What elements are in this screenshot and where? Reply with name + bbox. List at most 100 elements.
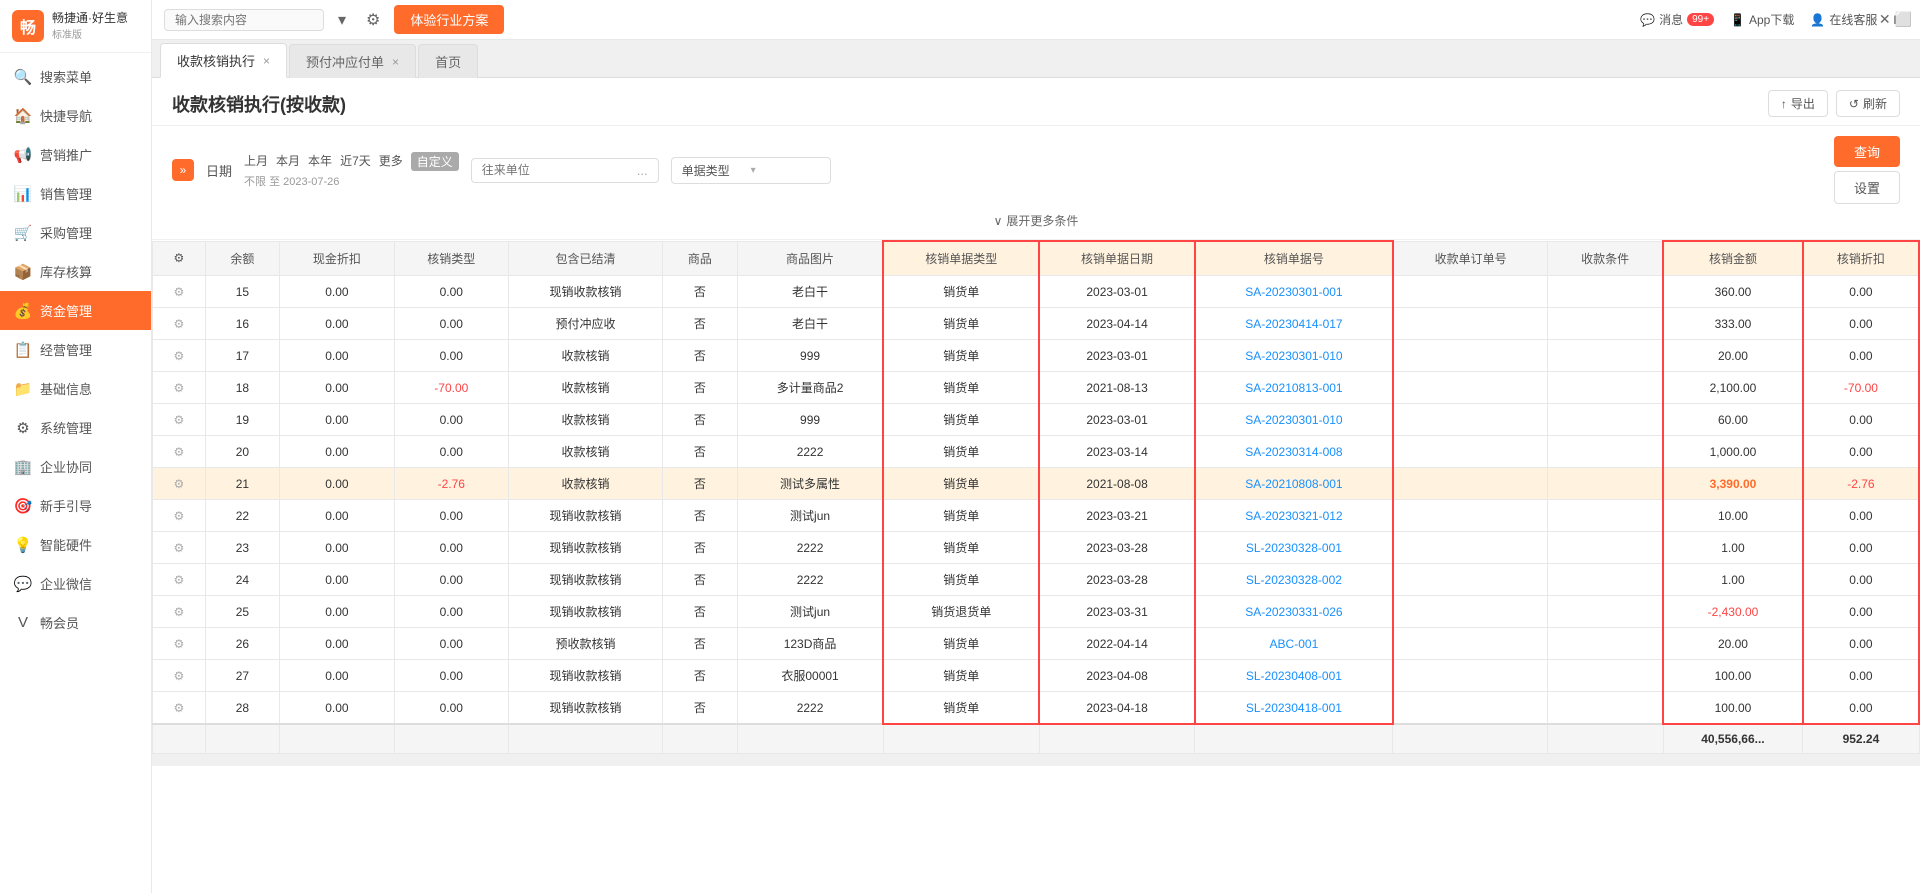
- tab-receipt[interactable]: 收款核销执行×: [160, 43, 287, 78]
- sidebar-item-shortcuts[interactable]: 🏠快捷导航: [0, 96, 151, 135]
- row-settings-icon[interactable]: ⚙: [173, 349, 184, 363]
- doc-no-link-6[interactable]: SA-20210808-001: [1245, 477, 1342, 491]
- date-label: 日期: [206, 161, 232, 180]
- sidebar-item-basic[interactable]: 📁基础信息: [0, 369, 151, 408]
- dropdown-btn[interactable]: ▾: [332, 8, 352, 32]
- refresh-btn[interactable]: ↺ 刷新: [1836, 90, 1900, 117]
- row-settings-icon[interactable]: ⚙: [173, 669, 184, 683]
- row-settings-icon[interactable]: ⚙: [173, 573, 184, 587]
- sidebar-item-wechat[interactable]: 💬企业微信: [0, 564, 151, 603]
- date-link-7days[interactable]: 近7天: [340, 152, 371, 171]
- tab-close-prepay[interactable]: ×: [392, 55, 399, 69]
- search-input[interactable]: [164, 9, 324, 31]
- export-btn[interactable]: ↑ 导出: [1768, 90, 1828, 117]
- expand-more-btn[interactable]: ∨ 展开更多条件: [994, 212, 1079, 229]
- col-header-receipt_condition: 核销金额: [1663, 241, 1803, 276]
- row-settings-icon[interactable]: ⚙: [173, 317, 184, 331]
- doc-no-link-1[interactable]: SA-20230414-017: [1245, 317, 1342, 331]
- cell-goods-9: 2222: [737, 564, 883, 596]
- cell-seq-4: 19: [205, 404, 280, 436]
- doc-no-link-7[interactable]: SA-20230321-012: [1245, 509, 1342, 523]
- doc-no-link-9[interactable]: SL-20230328-002: [1246, 573, 1342, 587]
- cell-settings-12: ⚙: [153, 660, 206, 692]
- row-settings-icon[interactable]: ⚙: [173, 541, 184, 555]
- sidebar-item-operations[interactable]: 📋经营管理: [0, 330, 151, 369]
- receipt-type-select[interactable]: 单据类型 ▾: [671, 157, 831, 184]
- cell-receipt_condition-9: 1.00: [1663, 564, 1803, 596]
- cell-balance-9: 0.00: [280, 564, 394, 596]
- row-settings-icon[interactable]: ⚙: [173, 413, 184, 427]
- doc-no-link-3[interactable]: SA-20210813-001: [1245, 381, 1342, 395]
- cell-verify_doc_no-3: [1393, 372, 1548, 404]
- cell-verify_amount-11: 0.00: [1803, 628, 1919, 660]
- horizontal-scrollbar[interactable]: [152, 754, 1920, 766]
- tab-prepay[interactable]: 预付冲应付单×: [289, 44, 416, 78]
- row-settings-icon[interactable]: ⚙: [173, 637, 184, 651]
- cell-included_settled-2: 否: [663, 340, 738, 372]
- doc-no-link-12[interactable]: SL-20230408-001: [1246, 669, 1342, 683]
- cell-verify_doc_date-2: SA-20230301-010: [1195, 340, 1393, 372]
- row-settings-icon[interactable]: ⚙: [173, 701, 184, 715]
- cell-verify_doc_type-11: 2022-04-14: [1039, 628, 1195, 660]
- row-settings-icon[interactable]: ⚙: [173, 509, 184, 523]
- tab-home[interactable]: 首页: [418, 44, 478, 78]
- cell-receipt_condition-5: 1,000.00: [1663, 436, 1803, 468]
- date-link-more[interactable]: 更多: [379, 152, 403, 171]
- row-settings-icon[interactable]: ⚙: [173, 445, 184, 459]
- cell-receipt_condition-3: 2,100.00: [1663, 372, 1803, 404]
- doc-no-link-2[interactable]: SA-20230301-010: [1245, 349, 1342, 363]
- cell-settings-5: ⚙: [153, 436, 206, 468]
- filter-expand-btn[interactable]: »: [172, 159, 194, 181]
- cell-cash_discount-4: 0.00: [394, 404, 508, 436]
- sidebar-item-system[interactable]: ⚙系统管理: [0, 408, 151, 447]
- sidebar-item-finance[interactable]: 💰资金管理: [0, 291, 151, 330]
- sidebar-item-hardware[interactable]: 💡智能硬件: [0, 525, 151, 564]
- tab-close-receipt[interactable]: ×: [263, 54, 270, 68]
- solution-btn[interactable]: 体验行业方案: [394, 5, 504, 34]
- date-link-this-year[interactable]: 本年: [308, 152, 332, 171]
- col-header-verify_doc_no: 收款单订单号: [1393, 241, 1548, 276]
- online-service-item[interactable]: 👤 在线客服: [1810, 11, 1877, 28]
- doc-no-link-8[interactable]: SL-20230328-001: [1246, 541, 1342, 555]
- filter-settings-btn[interactable]: 设置: [1834, 171, 1900, 204]
- app-download-item[interactable]: 📱 App下载: [1730, 11, 1794, 28]
- row-settings-icon[interactable]: ⚙: [173, 285, 184, 299]
- row-settings-icon[interactable]: ⚙: [173, 381, 184, 395]
- cell-goods-11: 123D商品: [737, 628, 883, 660]
- cell-seq-12: 27: [205, 660, 280, 692]
- row-settings-icon[interactable]: ⚙: [173, 605, 184, 619]
- sidebar-item-guide[interactable]: 🎯新手引导: [0, 486, 151, 525]
- close-window-btn[interactable]: ✕: [1879, 11, 1891, 28]
- date-link-custom[interactable]: 自定义: [411, 152, 459, 171]
- row-settings-icon[interactable]: ⚙: [173, 477, 184, 491]
- doc-no-link-13[interactable]: SL-20230418-001: [1246, 701, 1342, 715]
- cell-seq-6: 21: [205, 468, 280, 500]
- sidebar-item-marketing[interactable]: 📢营销推广: [0, 135, 151, 174]
- settings-icon-btn[interactable]: ⚙: [360, 8, 386, 32]
- doc-no-link-10[interactable]: SA-20230331-026: [1245, 605, 1342, 619]
- sidebar-item-sales[interactable]: 📊销售管理: [0, 174, 151, 213]
- sidebar-item-inventory[interactable]: 📦库存核算: [0, 252, 151, 291]
- sidebar-item-purchase[interactable]: 🛒采购管理: [0, 213, 151, 252]
- trading-unit-input[interactable]: [482, 163, 637, 177]
- expand-more-icon: ∨: [994, 214, 1003, 228]
- sidebar-item-enterprise[interactable]: 🏢企业协同: [0, 447, 151, 486]
- doc-no-link-0[interactable]: SA-20230301-001: [1245, 285, 1342, 299]
- sidebar-label-enterprise: 企业协同: [40, 457, 92, 476]
- message-item[interactable]: 💬 消息 99+: [1640, 11, 1714, 28]
- doc-no-link-11[interactable]: ABC-001: [1270, 637, 1319, 651]
- cell-cash_discount-2: 0.00: [394, 340, 508, 372]
- maximize-btn[interactable]: ⬜: [1895, 11, 1912, 28]
- sidebar-item-search[interactable]: 🔍搜索菜单: [0, 57, 151, 96]
- doc-no-link-5[interactable]: SA-20230314-008: [1245, 445, 1342, 459]
- footer-cell-goods: [737, 724, 883, 754]
- cell-verify_amount-0: 0.00: [1803, 276, 1919, 308]
- sidebar-item-member[interactable]: V畅会员: [0, 603, 151, 642]
- sidebar-label-marketing: 营销推广: [40, 145, 92, 164]
- date-link-last-month[interactable]: 上月: [244, 152, 268, 171]
- query-btn[interactable]: 查询: [1834, 136, 1900, 167]
- doc-no-link-4[interactable]: SA-20230301-010: [1245, 413, 1342, 427]
- cell-verify_amount-7: 0.00: [1803, 500, 1919, 532]
- date-link-this-month[interactable]: 本月: [276, 152, 300, 171]
- trading-unit-dots[interactable]: ...: [637, 163, 648, 178]
